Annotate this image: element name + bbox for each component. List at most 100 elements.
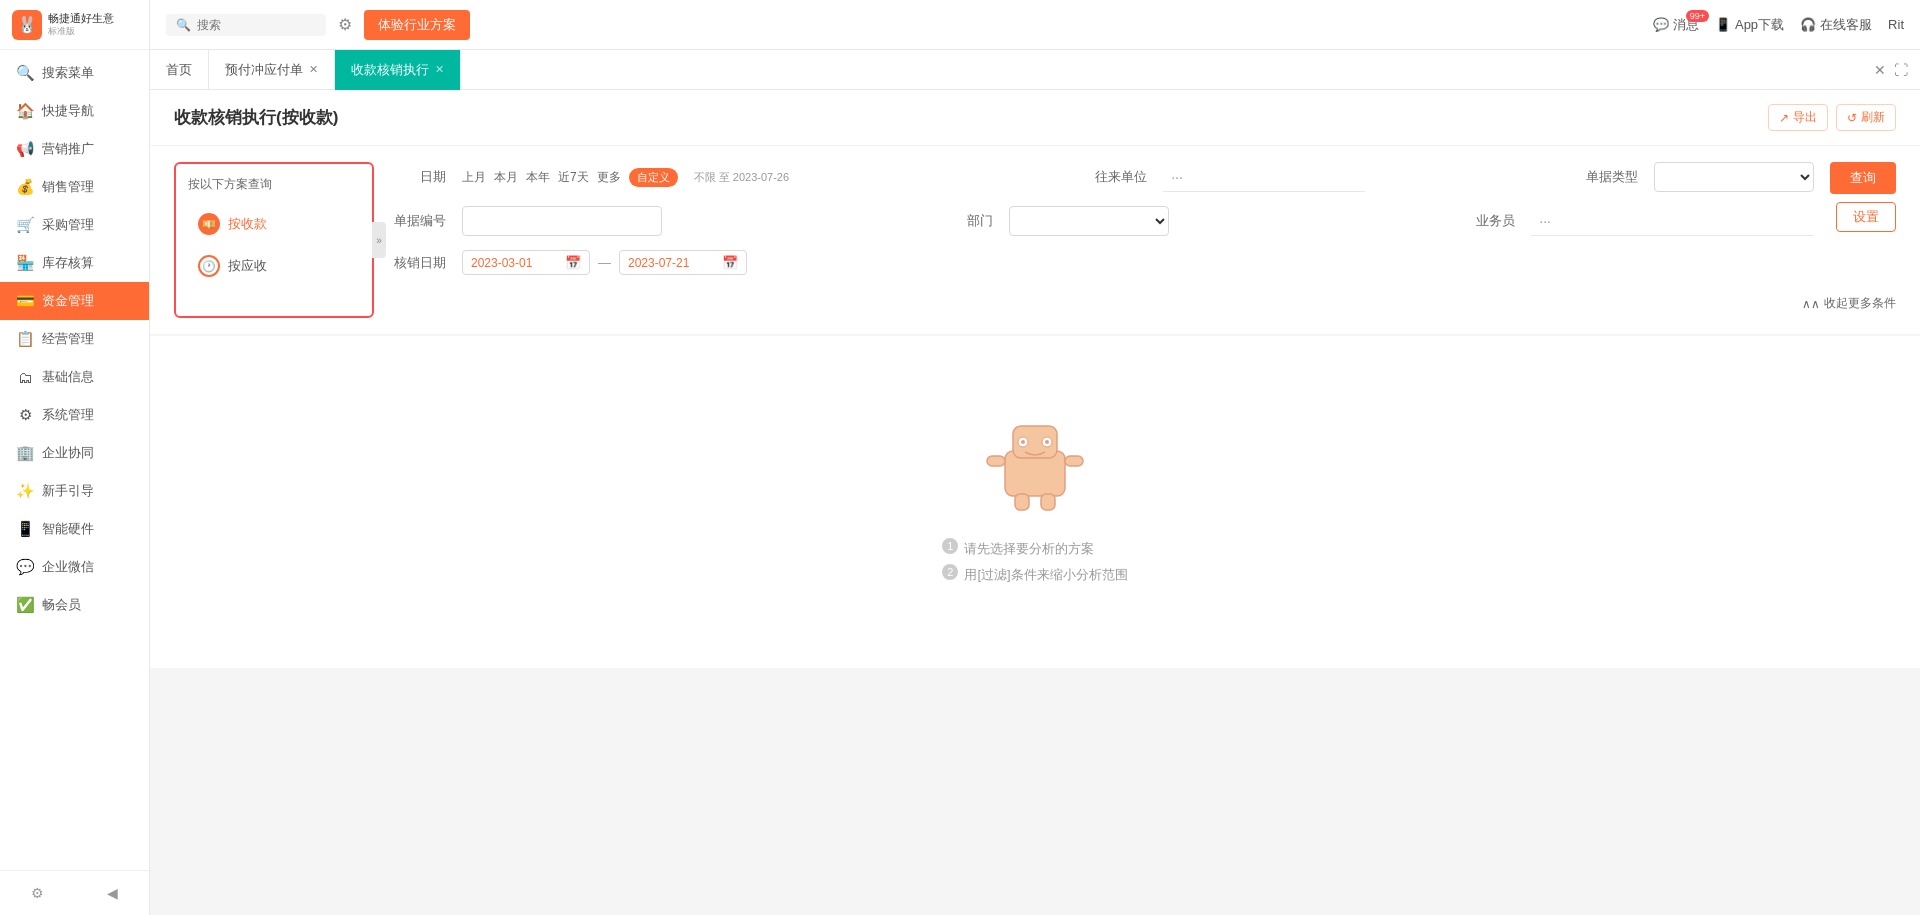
sidebar-item-label: 企业微信: [42, 558, 94, 576]
sidebar-item-guide[interactable]: ✨ 新手引导: [0, 472, 149, 510]
sidebar-collapse-btn[interactable]: ◀: [97, 879, 128, 907]
header-search-box[interactable]: 🔍: [166, 14, 326, 36]
sidebar-item-marketing[interactable]: 📢 营销推广: [0, 130, 149, 168]
doc-type-select[interactable]: [1654, 162, 1814, 192]
sidebar-nav: 🔍 搜索菜单 🏠 快捷导航 📢 营销推广 💰 销售管理 🛒 采购管理 🏪 库存核…: [0, 50, 149, 870]
sidebar-item-label: 系统管理: [42, 406, 94, 424]
message-btn[interactable]: 💬 消息 99+: [1653, 16, 1699, 34]
export-btn[interactable]: ↗ 导出: [1768, 104, 1828, 131]
settings-btn[interactable]: 设置: [1836, 202, 1896, 232]
doc-no-input[interactable]: [462, 206, 662, 236]
filter-option-label: 按应收: [228, 257, 267, 275]
tab-bar: 首页 预付冲应付单 ✕ 收款核销执行 ✕ ✕ ⛶: [150, 50, 1920, 90]
sidebar-item-hardware[interactable]: 📱 智能硬件: [0, 510, 149, 548]
online-service-btn[interactable]: 🎧 在线客服: [1800, 16, 1872, 34]
page-header: 收款核销执行(按收款) ↗ 导出 ↺ 刷新: [150, 90, 1920, 146]
basic-icon: 🗂: [16, 369, 34, 386]
tab-label: 收款核销执行: [351, 61, 429, 79]
sidebar-item-system[interactable]: ⚙ 系统管理: [0, 396, 149, 434]
tab-label: 首页: [166, 61, 192, 79]
marketing-icon: 📢: [16, 140, 34, 158]
finance-icon: 💳: [16, 292, 34, 310]
collapse-label: 收起更多条件: [1824, 295, 1896, 312]
dept-select[interactable]: [1009, 206, 1169, 236]
tab-close-all-icon[interactable]: ✕: [1874, 62, 1886, 78]
filter-row-2: 单据编号 部门 业务员 ···: [390, 206, 1814, 236]
svg-point-4: [1021, 440, 1025, 444]
dept-label: 部门: [961, 212, 993, 230]
sidebar-item-label: 营销推广: [42, 140, 94, 158]
refresh-btn[interactable]: ↺ 刷新: [1836, 104, 1896, 131]
sidebar: 🐰 畅捷通好生意 标准版 🔍 搜索菜单 🏠 快捷导航 📢 营销推广 💰 销售管理…: [0, 0, 150, 915]
sidebar-item-label: 畅会员: [42, 596, 81, 614]
robot-svg: [985, 416, 1085, 516]
filter-panel-left: 按以下方案查询 💴 按收款 🕐 按应收 »: [174, 162, 374, 318]
tab-receivable-writeoff[interactable]: 收款核销执行 ✕: [335, 50, 461, 90]
writeoff-date-label: 核销日期: [390, 254, 446, 272]
tab-maximize-icon[interactable]: ⛶: [1894, 62, 1908, 78]
empty-tip-2: 2 用[过滤]条件来缩小分析范围: [942, 562, 1127, 588]
date-this-year[interactable]: 本年: [526, 169, 550, 186]
sidebar-item-quick-nav[interactable]: 🏠 快捷导航: [0, 92, 149, 130]
collapse-more-btn[interactable]: ∧∧ 收起更多条件: [390, 289, 1896, 318]
sidebar-item-basic[interactable]: 🗂 基础信息: [0, 358, 149, 396]
date-end-input-wrap[interactable]: 📅: [619, 250, 747, 275]
query-btn[interactable]: 查询: [1830, 162, 1896, 194]
calendar-start-icon[interactable]: 📅: [565, 255, 581, 270]
date-this-month[interactable]: 本月: [494, 169, 518, 186]
empty-tip-1: 1 请先选择要分析的方案: [942, 536, 1127, 562]
search-icon: 🔍: [176, 18, 191, 32]
sidebar-item-purchase[interactable]: 🛒 采购管理: [0, 206, 149, 244]
guide-icon: ✨: [16, 482, 34, 500]
receivable-icon: 🕐: [198, 255, 220, 277]
header-right: 💬 消息 99+ 📱 App下载 🎧 在线客服 Rit: [1653, 16, 1904, 34]
sidebar-item-member[interactable]: ✅ 畅会员: [0, 586, 149, 624]
enterprise-icon: 🏢: [16, 444, 34, 462]
user-menu-btn[interactable]: Rit: [1888, 17, 1904, 32]
date-start-input[interactable]: [471, 256, 561, 270]
filter-option-by-receipt[interactable]: 💴 按收款: [188, 205, 360, 243]
date-range: 📅 — 📅: [462, 250, 747, 275]
sidebar-item-finance[interactable]: 💳 资金管理: [0, 282, 149, 320]
app-edition: 标准版: [48, 25, 114, 38]
refresh-label: 刷新: [1861, 109, 1885, 126]
svg-rect-6: [987, 456, 1005, 466]
filter-option-label: 按收款: [228, 215, 267, 233]
sidebar-item-inventory[interactable]: 🏪 库存核算: [0, 244, 149, 282]
date-custom-badge[interactable]: 自定义: [629, 168, 678, 187]
date-start-input-wrap[interactable]: 📅: [462, 250, 590, 275]
tab-close-icon[interactable]: ✕: [435, 63, 444, 76]
filter-option-by-receivable[interactable]: 🕐 按应收: [188, 247, 360, 285]
collapse-icon: ∧∧: [1802, 297, 1820, 311]
sidebar-item-label: 基础信息: [42, 368, 94, 386]
sidebar-item-wechat[interactable]: 💬 企业微信: [0, 548, 149, 586]
home-icon: 🏠: [16, 102, 34, 120]
tab-prepay[interactable]: 预付冲应付单 ✕: [209, 50, 335, 90]
panel-collapse-btn[interactable]: »: [372, 222, 386, 258]
date-7days[interactable]: 近7天: [558, 169, 589, 186]
search-input[interactable]: [197, 18, 316, 32]
date-last-month[interactable]: 上月: [462, 169, 486, 186]
export-icon: ↗: [1779, 111, 1789, 125]
doc-no-label: 单据编号: [390, 212, 446, 230]
calendar-end-icon[interactable]: 📅: [722, 255, 738, 270]
sidebar-settings-btn[interactable]: ⚙: [21, 879, 54, 907]
tab-close-icon[interactable]: ✕: [309, 63, 318, 76]
industry-btn[interactable]: 体验行业方案: [364, 10, 470, 40]
inventory-icon: 🏪: [16, 254, 34, 272]
svg-rect-7: [1065, 456, 1083, 466]
sidebar-item-operation[interactable]: 📋 经营管理: [0, 320, 149, 358]
svg-point-5: [1045, 440, 1049, 444]
sidebar-item-enterprise[interactable]: 🏢 企业协同: [0, 434, 149, 472]
staff-dots[interactable]: ···: [1539, 213, 1551, 229]
user-label: Rit: [1888, 17, 1904, 32]
tab-home[interactable]: 首页: [150, 50, 209, 90]
sidebar-item-sales[interactable]: 💰 销售管理: [0, 168, 149, 206]
counterpart-dots[interactable]: ···: [1171, 169, 1183, 185]
sidebar-item-search[interactable]: 🔍 搜索菜单: [0, 54, 149, 92]
date-end-input[interactable]: [628, 256, 718, 270]
date-more[interactable]: 更多: [597, 169, 621, 186]
settings-icon[interactable]: ⚙: [338, 15, 352, 34]
app-label: App下载: [1735, 16, 1784, 34]
app-download-btn[interactable]: 📱 App下载: [1715, 16, 1784, 34]
